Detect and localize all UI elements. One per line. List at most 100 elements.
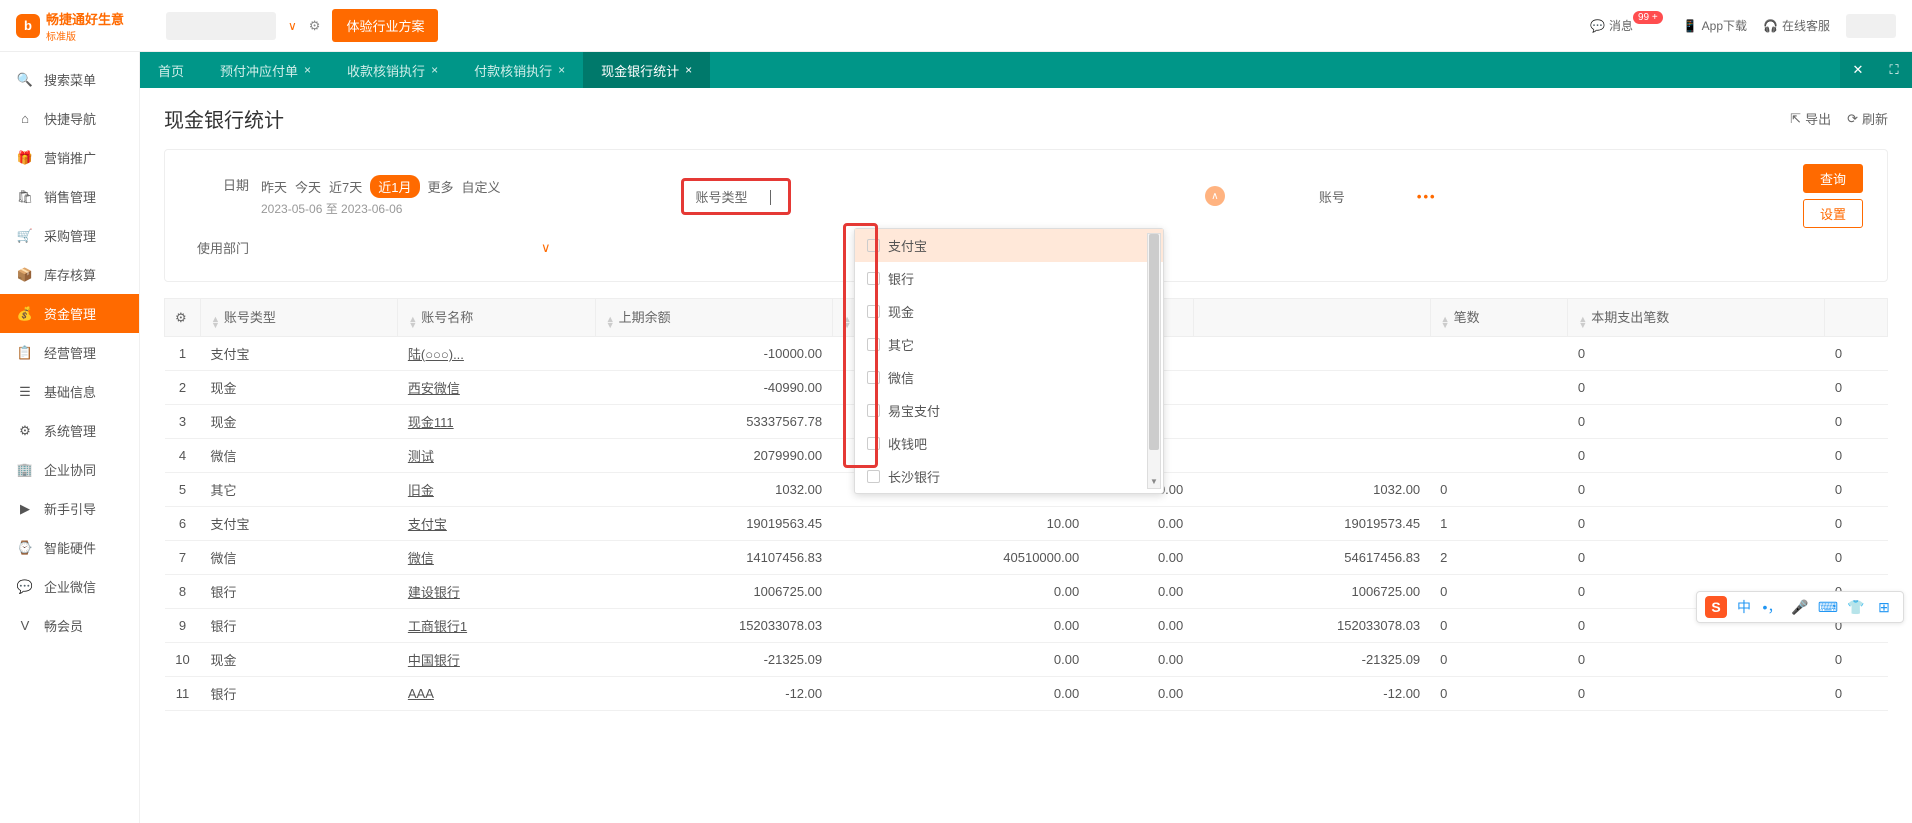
sidebar-item-6[interactable]: 💰资金管理 [0,294,139,333]
gear-icon[interactable]: ⚙ [309,18,321,34]
gear-icon[interactable]: ⚙ [175,310,187,325]
sidebar-item-7[interactable]: 📋经营管理 [0,333,139,372]
checkbox[interactable] [867,305,880,318]
ime-toolbox-icon[interactable]: ⊞ [1873,596,1895,618]
collapse-filter-icon[interactable]: ∧ [1205,186,1225,206]
table-header-1[interactable]: ▲▼账号类型 [201,299,398,337]
sidebar-item-14[interactable]: V畅会员 [0,606,139,645]
sort-icon[interactable]: ▲▼ [606,316,615,328]
checkbox[interactable] [867,404,880,417]
sort-icon[interactable]: ▲▼ [1578,316,1587,328]
sidebar-item-1[interactable]: ⌂快捷导航 [0,99,139,138]
ime-punct-icon[interactable]: •， [1761,596,1783,618]
acct-name-cell[interactable]: 陆(○○○)... [398,337,595,371]
table-header-8[interactable]: ▲▼本期支出笔数 [1568,299,1825,337]
acct-name-cell[interactable]: 测试 [398,439,595,473]
sidebar-item-2[interactable]: 🎁营销推广 [0,138,139,177]
tab-0[interactable]: 首页 [140,52,202,88]
acct-name-cell[interactable]: AAA [398,677,595,711]
table-header-3[interactable]: ▲▼上期余额 [595,299,832,337]
dropdown-item-7[interactable]: 长沙银行 [855,460,1163,493]
sidebar-item-10[interactable]: 🏢企业协同 [0,450,139,489]
sidebar-item-9[interactable]: ⚙系统管理 [0,411,139,450]
acct-name-cell[interactable]: 工商银行1 [398,609,595,643]
online-service-button[interactable]: 🎧 在线客服 [1763,17,1830,34]
filter-settings-button[interactable]: 设置 [1803,199,1863,228]
scrollbar-down-arrow[interactable]: ▼ [1148,474,1160,488]
extra-cell-2 [1193,337,1430,371]
checkbox[interactable] [867,272,880,285]
date-option-1[interactable]: 今天 [295,177,321,196]
sort-icon[interactable]: ▲▼ [1441,316,1450,328]
date-option-3[interactable]: 近1月 [370,175,419,198]
ime-skin-icon[interactable]: 👕 [1845,596,1867,618]
checkbox[interactable] [867,437,880,450]
checkbox[interactable] [867,371,880,384]
account-type-filter[interactable]: 账号类型 [681,178,791,215]
experience-industry-button[interactable]: 体验行业方案 [332,9,438,42]
acct-name-cell[interactable]: 建设银行 [398,575,595,609]
export-button[interactable]: ⇱ 导出 [1790,109,1831,128]
table-header-7[interactable]: ▲▼笔数 [1430,299,1568,337]
sidebar-item-8[interactable]: ☰基础信息 [0,372,139,411]
tab-2[interactable]: 收款核销执行× [329,52,456,88]
sidebar-item-11[interactable]: ▶新手引导 [0,489,139,528]
sidebar-item-3[interactable]: 🛍销售管理 [0,177,139,216]
table-header-0[interactable]: ⚙ [165,299,201,337]
user-avatar[interactable] [1846,14,1896,38]
dept-select[interactable]: ∨ [261,240,551,256]
sidebar-item-0[interactable]: 🔍搜索菜单 [0,60,139,99]
dropdown-item-5[interactable]: 易宝支付 [855,394,1163,427]
dropdown-scrollbar[interactable]: ▼ [1147,233,1161,489]
scrollbar-thumb[interactable] [1149,234,1159,450]
more-filters-button[interactable]: ••• [1417,189,1437,204]
acct-name-cell[interactable]: 现金111 [398,405,595,439]
acct-name-cell[interactable]: 微信 [398,541,595,575]
acct-name-cell[interactable]: 支付宝 [398,507,595,541]
tab-4[interactable]: 现金银行统计× [583,52,710,88]
ime-keyboard-icon[interactable]: ⌨ [1817,596,1839,618]
search-button[interactable]: 查询 [1803,164,1863,193]
sort-icon[interactable]: ▲▼ [408,316,417,328]
account-type-input[interactable] [751,190,771,205]
acct-name-cell[interactable]: 西安微信 [398,371,595,405]
date-option-2[interactable]: 近7天 [329,177,362,196]
dropdown-item-1[interactable]: 银行 [855,262,1163,295]
app-download-button[interactable]: 📱 App下载 [1683,17,1747,34]
sidebar-item-13[interactable]: 💬企业微信 [0,567,139,606]
dropdown-item-3[interactable]: 其它 [855,328,1163,361]
tab-close-icon[interactable]: × [304,63,311,77]
sort-icon[interactable]: ▲▼ [843,316,852,328]
tab-close-icon[interactable]: × [685,63,692,77]
sidebar-item-4[interactable]: 🛒采购管理 [0,216,139,255]
checkbox[interactable] [867,239,880,252]
tab-close-icon[interactable]: × [431,63,438,77]
dropdown-item-6[interactable]: 收钱吧 [855,427,1163,460]
dropdown-item-4[interactable]: 微信 [855,361,1163,394]
ime-sogou-icon[interactable]: S [1705,596,1727,618]
acct-name-cell[interactable]: 旧金 [398,473,595,507]
tab-1[interactable]: 预付冲应付单× [202,52,329,88]
table-header-6[interactable] [1193,299,1430,337]
company-selector[interactable]: ∨ ⚙ 体验行业方案 [166,9,438,42]
ime-cn-icon[interactable]: 中 [1733,596,1755,618]
refresh-button[interactable]: ⟳ 刷新 [1847,109,1888,128]
checkbox[interactable] [867,470,880,483]
checkbox[interactable] [867,338,880,351]
date-option-0[interactable]: 昨天 [261,177,287,196]
table-header-2[interactable]: ▲▼账号名称 [398,299,595,337]
date-option-5[interactable]: 自定义 [462,177,501,196]
messages-button[interactable]: 💬 消息 99 + [1590,17,1667,34]
tab-3[interactable]: 付款核销执行× [456,52,583,88]
expand-button[interactable]: ⛶ [1876,52,1912,88]
sidebar-item-5[interactable]: 📦库存核算 [0,255,139,294]
sidebar-item-12[interactable]: ⌚智能硬件 [0,528,139,567]
ime-mic-icon[interactable]: 🎤 [1789,596,1811,618]
close-tab-button[interactable]: ✕ [1840,52,1876,88]
date-option-4[interactable]: 更多 [428,177,454,196]
acct-name-cell[interactable]: 中国银行 [398,643,595,677]
tab-close-icon[interactable]: × [558,63,565,77]
sort-icon[interactable]: ▲▼ [211,316,220,328]
dropdown-item-2[interactable]: 现金 [855,295,1163,328]
dropdown-item-0[interactable]: 支付宝 [855,229,1163,262]
